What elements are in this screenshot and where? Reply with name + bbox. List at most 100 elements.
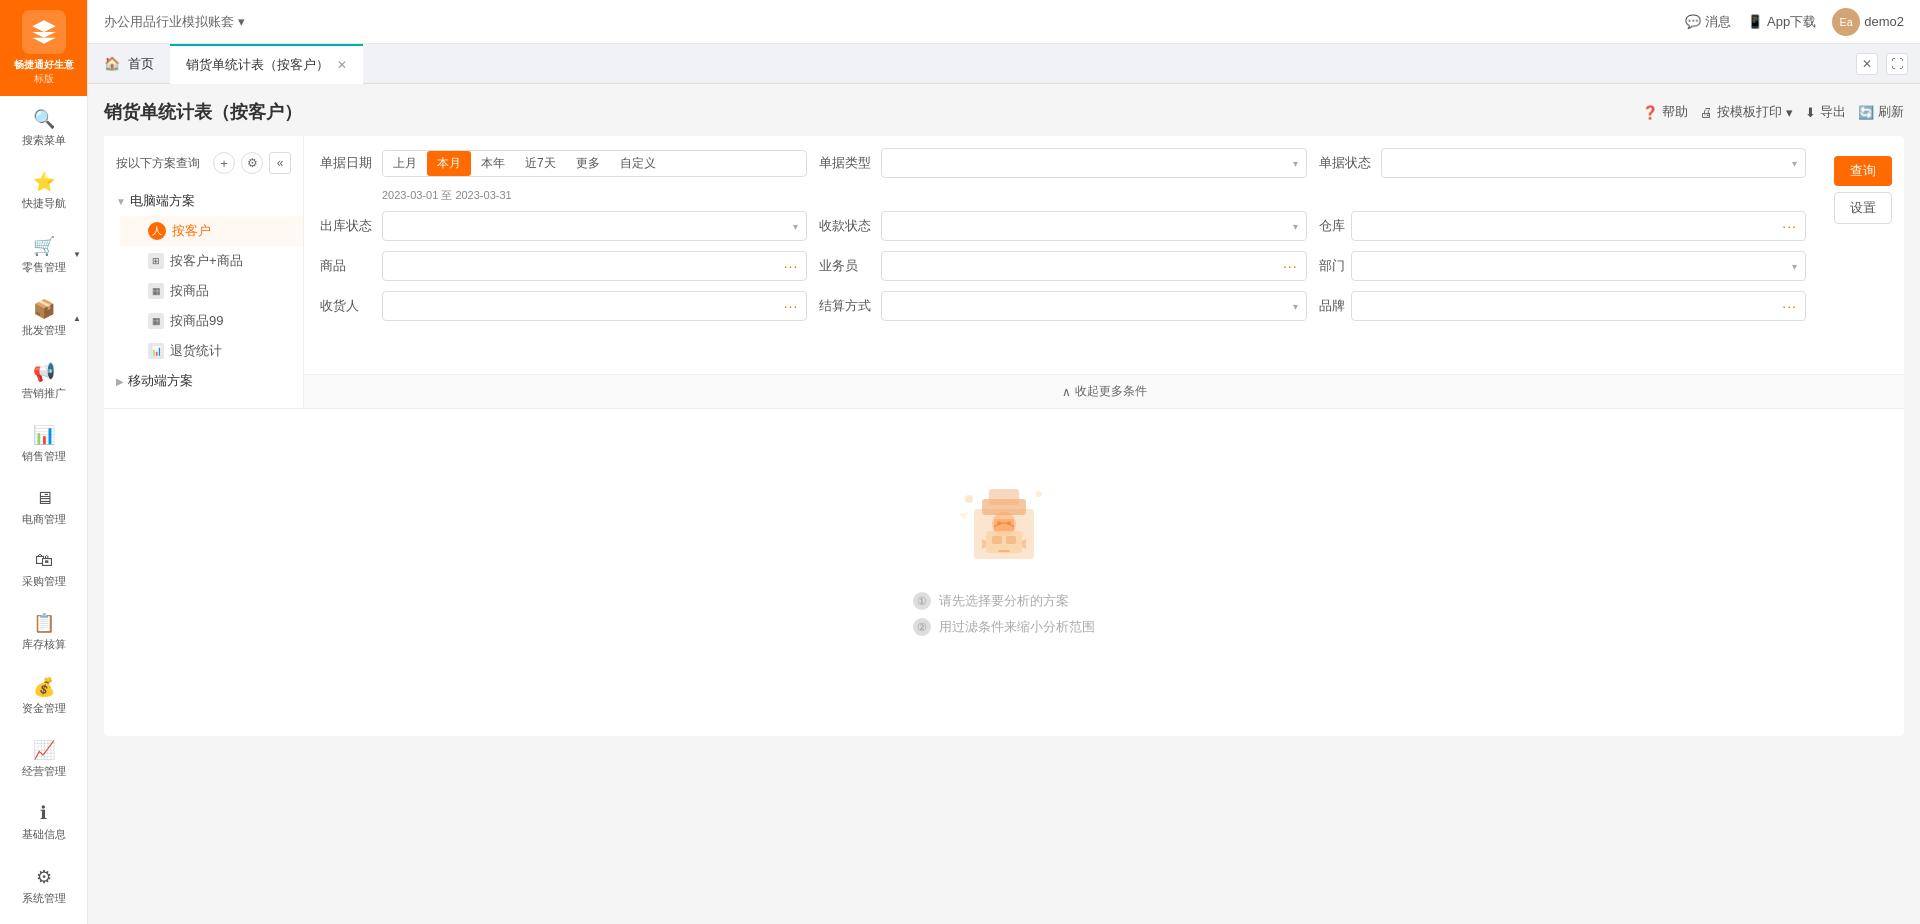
sidebar-item-sales[interactable]: 📊 销售管理 <box>0 412 87 475</box>
refresh-button[interactable]: 🔄 刷新 <box>1858 103 1904 121</box>
department-select[interactable]: ▾ <box>1351 251 1806 281</box>
doc-status-select[interactable]: ▾ <box>1381 148 1806 178</box>
sidebar-item-wholesale[interactable]: 📦 批发管理 <box>0 286 87 349</box>
tab-home[interactable]: 🏠 首页 <box>88 44 170 84</box>
empty-state-tips: ① 请先选择要分析的方案 ② 用过滤条件来缩小分析范围 <box>913 592 1095 636</box>
collapse-filters-button[interactable]: ∧ 收起更多条件 <box>304 374 1904 408</box>
sidebar-item-basic-info[interactable]: ℹ 基础信息 <box>0 790 87 853</box>
query-button[interactable]: 查询 <box>1834 156 1892 186</box>
sidebar: 畅捷通好生意 标版 🔍 搜索菜单 ⭐ 快捷导航 🛒 零售管理 📦 批发管理 📢 … <box>0 0 88 924</box>
receiver-dots-icon: ··· <box>784 298 799 314</box>
top-header: 办公用品行业模拟账套 ▾ 💬 消息 📱 App下载 Ea demo2 <box>88 0 1920 44</box>
sidebar-item-label: 销售管理 <box>22 449 66 463</box>
schema-desktop-items: 人 按客户 ⊞ 按客户+商品 ▦ 按商品 <box>104 216 303 366</box>
goods-dots-icon: ··· <box>784 258 799 274</box>
add-schema-button[interactable]: + <box>213 152 235 174</box>
sidebar-item-purchase[interactable]: 🛍 采购管理 <box>0 538 87 600</box>
warehouse-select[interactable]: ··· <box>1351 211 1806 241</box>
sidebar-item-operations[interactable]: 📈 经营管理 <box>0 727 87 790</box>
schema-section-mobile-title[interactable]: ▶ 移动端方案 <box>104 366 303 396</box>
date-tab-custom[interactable]: 自定义 <box>610 151 666 176</box>
ecommerce-icon: 🖥 <box>35 488 53 509</box>
page-title-bar: 销货单统计表（按客户） ❓ 帮助 🖨 按模板打印 ▾ ⬇ 导出 🔄 刷新 <box>104 100 1904 124</box>
avatar: Ea <box>1832 8 1860 36</box>
schema-settings-button[interactable]: ⚙ <box>241 152 263 174</box>
department-label: 部门 <box>1319 257 1345 275</box>
settings-button[interactable]: 设置 <box>1834 192 1892 224</box>
doc-type-label: 单据类型 <box>819 154 875 172</box>
filter-item-doc-status: 单据状态 ▾ <box>1319 148 1806 178</box>
filter-and-btn: 单据日期 上月 本月 本年 近7天 更多 自定义 <box>304 136 1904 374</box>
date-tab-last-month[interactable]: 上月 <box>383 151 427 176</box>
left-panel: 按以下方案查询 + ⚙ « ▼ 电脑端方案 <box>104 136 304 408</box>
export-button[interactable]: ⬇ 导出 <box>1805 103 1846 121</box>
section-label: 移动端方案 <box>128 372 193 390</box>
sidebar-item-inventory[interactable]: 📋 库存核算 <box>0 600 87 663</box>
date-tab-this-month[interactable]: 本月 <box>427 151 471 176</box>
filter-item-ship-status: 出库状态 ▾ <box>320 211 807 241</box>
schema-item-by-customer[interactable]: 人 按客户 <box>120 216 303 246</box>
filter-panel: 单据日期 上月 本月 本年 近7天 更多 自定义 <box>304 136 1822 374</box>
svg-point-6 <box>1007 521 1011 525</box>
doc-type-select[interactable]: ▾ <box>881 148 1306 178</box>
sidebar-item-system[interactable]: ⚙ 系统管理 <box>0 854 87 917</box>
payment-method-select[interactable]: ▾ <box>881 291 1306 321</box>
date-tab-more[interactable]: 更多 <box>566 151 610 176</box>
query-buttons: 查询 设置 <box>1822 136 1904 374</box>
salesperson-select[interactable]: ··· <box>881 251 1306 281</box>
schema-item-by-goods[interactable]: ▦ 按商品 <box>120 276 303 306</box>
close-window-button[interactable]: ✕ <box>1856 53 1878 75</box>
breadcrumb[interactable]: 办公用品行业模拟账套 ▾ <box>104 13 245 31</box>
date-filter-label: 单据日期 <box>320 154 376 172</box>
maximize-window-button[interactable]: ⛶ <box>1886 53 1908 75</box>
sales-icon: 📊 <box>33 424 55 446</box>
receiver-select[interactable]: ··· <box>382 291 807 321</box>
sidebar-item-collab[interactable]: 🤝 企业协同 <box>0 917 87 924</box>
brand-select[interactable]: ··· <box>1351 291 1806 321</box>
help-icon: ❓ <box>1642 105 1658 120</box>
right-section: 单据日期 上月 本月 本年 近7天 更多 自定义 <box>304 136 1904 408</box>
message-button[interactable]: 💬 消息 <box>1685 13 1731 31</box>
filters-section: 按以下方案查询 + ⚙ « ▼ 电脑端方案 <box>104 136 1904 409</box>
schema-item-return-stat[interactable]: 📊 退货统计 <box>120 336 303 366</box>
breadcrumb-arrow-icon: ▾ <box>238 14 245 29</box>
tab-close-icon[interactable]: ✕ <box>337 58 347 72</box>
sidebar-item-ecommerce[interactable]: 🖥 电商管理 <box>0 476 87 538</box>
user-profile-button[interactable]: Ea demo2 <box>1832 8 1904 36</box>
print-icon: 🖨 <box>1700 105 1713 120</box>
goods-select[interactable]: ··· <box>382 251 807 281</box>
collapse-panel-button[interactable]: « <box>269 152 291 174</box>
filter-item-department: 部门 ▾ <box>1319 251 1806 281</box>
app-download-button[interactable]: 📱 App下载 <box>1747 13 1816 31</box>
payment-method-label: 结算方式 <box>819 297 875 315</box>
refresh-label: 刷新 <box>1878 103 1904 121</box>
brand-dots-icon: ··· <box>1782 298 1797 314</box>
print-button[interactable]: 🖨 按模板打印 ▾ <box>1700 103 1793 121</box>
schema-section-desktop-title[interactable]: ▼ 电脑端方案 <box>104 186 303 216</box>
payment-method-arrow-icon: ▾ <box>1293 301 1298 312</box>
help-button[interactable]: ❓ 帮助 <box>1642 103 1688 121</box>
goods-label: 商品 <box>320 257 376 275</box>
date-tab-this-year[interactable]: 本年 <box>471 151 515 176</box>
payment-status-label: 收款状态 <box>819 217 875 235</box>
schema-item-by-goods-99[interactable]: ▦ 按商品99 <box>120 306 303 336</box>
svg-point-10 <box>965 495 973 503</box>
print-label: 按模板打印 <box>1717 103 1782 121</box>
brand-label: 品牌 <box>1319 297 1345 315</box>
date-tab-last-7[interactable]: 近7天 <box>515 151 566 176</box>
sidebar-item-marketing[interactable]: 📢 营销推广 <box>0 349 87 412</box>
sidebar-item-finance[interactable]: 💰 资金管理 <box>0 664 87 727</box>
sidebar-item-search-menu[interactable]: 🔍 搜索菜单 <box>0 96 87 159</box>
doc-status-label: 单据状态 <box>1319 154 1375 172</box>
schema-item-by-customer-goods[interactable]: ⊞ 按客户+商品 <box>120 246 303 276</box>
quick-nav-icon: ⭐ <box>33 171 55 193</box>
warehouse-dots-icon: ··· <box>1782 218 1797 234</box>
svg-rect-7 <box>986 531 1022 553</box>
sidebar-item-retail[interactable]: 🛒 零售管理 <box>0 223 87 286</box>
ship-status-select[interactable]: ▾ <box>382 211 807 241</box>
sidebar-item-quick-nav[interactable]: ⭐ 快捷导航 <box>0 159 87 222</box>
sidebar-item-label: 快捷导航 <box>22 196 66 210</box>
payment-status-select[interactable]: ▾ <box>881 211 1306 241</box>
tab-sales-stat[interactable]: 销货单统计表（按客户） ✕ <box>170 44 363 84</box>
sidebar-item-label: 经营管理 <box>22 764 66 778</box>
